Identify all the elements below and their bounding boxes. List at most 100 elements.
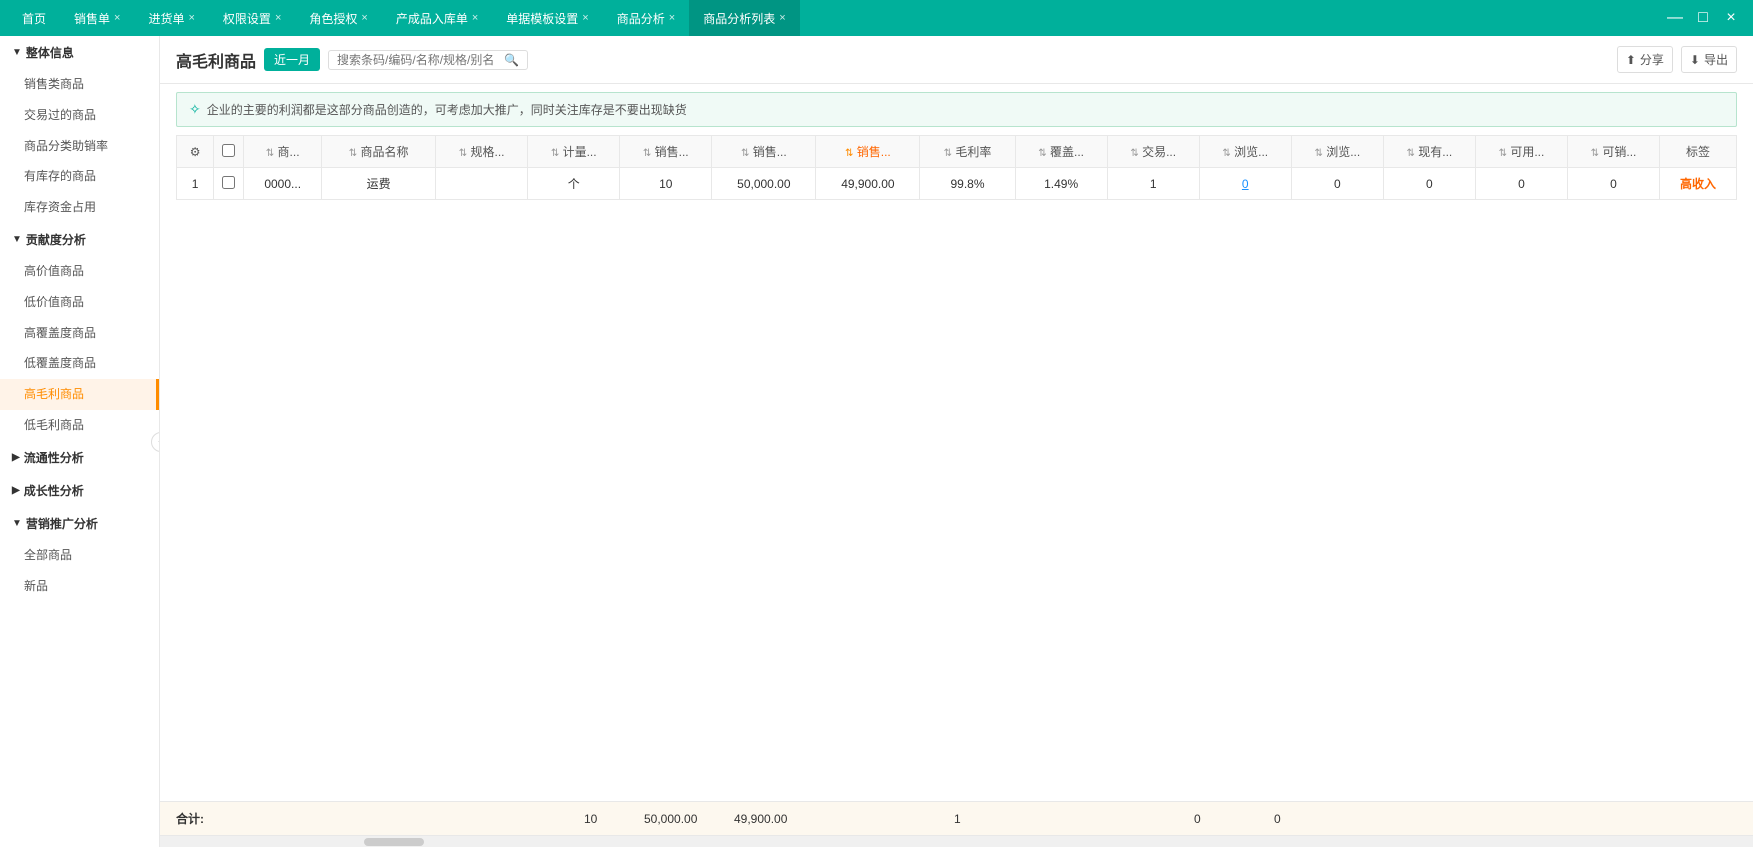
col-sort-icon-spec[interactable]: ⇅	[459, 148, 467, 159]
nav-purchase-order[interactable]: 进货单 ×	[134, 0, 208, 36]
share-icon: ⬆	[1626, 53, 1636, 67]
export-button[interactable]: ⬇ 导出	[1681, 46, 1737, 73]
col-sort-icon-unit[interactable]: ⇅	[551, 148, 559, 159]
sidebar-group-growth: ▶ 成长性分析	[0, 474, 159, 507]
sidebar-item-low-value[interactable]: 低价值商品	[0, 287, 159, 318]
row-spec	[436, 168, 528, 200]
row-name: 运费	[322, 168, 436, 200]
nav-home[interactable]: 首页	[8, 0, 60, 36]
col-sort-icon-av[interactable]: ⇅	[1499, 148, 1507, 159]
col-sort-icon-b2[interactable]: ⇅	[1314, 148, 1322, 159]
nav-permission-settings-close[interactable]: ×	[275, 12, 281, 24]
content-area: 高毛利商品 近一月 🔍 ⬆ 分享 ⬇ 导出 ✧ 企业的主要的利润都是这部分商品创…	[160, 36, 1753, 847]
arrow-down-icon-2: ▼	[12, 234, 22, 245]
nav-product-analysis[interactable]: 商品分析 ×	[603, 0, 689, 36]
sidebar-group-contribution: ▼ 贡献度分析 高价值商品 低价值商品 高覆盖度商品 低覆盖度商品 高毛利商品 …	[0, 223, 159, 441]
nav-sales-order[interactable]: 销售单 ×	[60, 0, 134, 36]
col-sort-icon[interactable]: ⇅	[266, 148, 274, 159]
row-tag: 高收入	[1660, 168, 1737, 200]
arrow-down-icon-3: ▼	[12, 518, 22, 529]
row-checkbox[interactable]	[222, 176, 235, 189]
sidebar-item-stock-capital[interactable]: 库存资金占用	[0, 192, 159, 223]
footer-trade: 1	[954, 812, 1034, 826]
col-settings[interactable]: ⚙	[177, 136, 214, 168]
nav-maximize-icon[interactable]: □	[1689, 4, 1717, 32]
export-icon: ⬇	[1690, 53, 1700, 67]
info-text: 企业的主要的利润都是这部分商品创造的，可考虑加大推广，同时关注库存是不要出现缺货	[207, 101, 687, 118]
col-code: ⇅ 商...	[244, 136, 322, 168]
col-sort-icon-cu[interactable]: ⇅	[1407, 148, 1415, 159]
sidebar-group-overview-header[interactable]: ▼ 整体信息	[0, 36, 159, 69]
sidebar-item-sales-goods[interactable]: 销售类商品	[0, 69, 159, 100]
col-sort-icon-tr[interactable]: ⇅	[1130, 148, 1138, 159]
horizontal-scrollbar[interactable]	[160, 835, 1753, 847]
sidebar-group-contribution-header[interactable]: ▼ 贡献度分析	[0, 223, 159, 256]
table-container: ⚙ ⇅ 商... ⇅ 商品名称 ⇅	[160, 135, 1753, 801]
col-sales3: ⇅ 销售...	[816, 136, 920, 168]
search-box[interactable]: 🔍	[328, 50, 528, 70]
footer-total: 合计: 10 50,000.00 49,900.00 1 0 0	[160, 801, 1753, 835]
scrollbar-thumb[interactable]	[364, 838, 424, 846]
sidebar-group-marketing-header[interactable]: ▼ 营销推广分析	[0, 507, 159, 540]
main-container: « ▼ 整体信息 销售类商品 交易过的商品 商品分类助销率 有库存的商品 库存资…	[0, 36, 1753, 847]
sidebar-item-high-value[interactable]: 高价值商品	[0, 256, 159, 287]
nav-template-settings-close[interactable]: ×	[582, 12, 588, 24]
row-available: 0	[1475, 168, 1567, 200]
col-available: ⇅ 可用...	[1475, 136, 1567, 168]
period-button[interactable]: 近一月	[264, 48, 320, 71]
col-checkbox[interactable]	[214, 136, 244, 168]
col-sort-icon-b1[interactable]: ⇅	[1222, 148, 1230, 159]
sidebar-group-overview: ▼ 整体信息 销售类商品 交易过的商品 商品分类助销率 有库存的商品 库存资金占…	[0, 36, 159, 223]
col-sort-icon-gr[interactable]: ⇅	[944, 148, 952, 159]
sidebar-item-low-coverage[interactable]: 低覆盖度商品	[0, 348, 159, 379]
sidebar-item-high-coverage[interactable]: 高覆盖度商品	[0, 318, 159, 349]
col-current: ⇅ 现有...	[1383, 136, 1475, 168]
sidebar-item-all-goods[interactable]: 全部商品	[0, 540, 159, 571]
nav-product-analysis-close[interactable]: ×	[669, 12, 675, 24]
col-sort-icon-s1[interactable]: ⇅	[643, 148, 651, 159]
col-sort-icon-s3[interactable]: ⇅	[845, 148, 853, 159]
select-all-checkbox[interactable]	[222, 144, 235, 157]
col-sort-icon-cov[interactable]: ⇅	[1038, 148, 1046, 159]
nav-minimize-icon[interactable]: —	[1661, 4, 1689, 32]
nav-product-storage[interactable]: 产成品入库单 ×	[382, 0, 492, 36]
col-sort-icon-s2[interactable]: ⇅	[741, 148, 749, 159]
sidebar-group-growth-header[interactable]: ▶ 成长性分析	[0, 474, 159, 507]
sidebar-item-low-margin[interactable]: 低毛利商品	[0, 410, 159, 441]
nav-template-settings[interactable]: 单据模板设置 ×	[492, 0, 602, 36]
col-sort-icon-sa[interactable]: ⇅	[1591, 148, 1599, 159]
row-code: 0000...	[244, 168, 322, 200]
row-browse1[interactable]: 0	[1199, 168, 1291, 200]
col-tag: 标签	[1660, 136, 1737, 168]
search-icon[interactable]: 🔍	[504, 53, 519, 67]
search-input[interactable]	[337, 53, 504, 67]
sidebar-group-marketing: ▼ 营销推广分析 全部商品 新品	[0, 507, 159, 602]
sidebar-group-liquidity: ▶ 流通性分析	[0, 441, 159, 474]
share-button[interactable]: ⬆ 分享	[1617, 46, 1673, 73]
nav-product-analysis-list[interactable]: 商品分析列表 ×	[689, 0, 799, 36]
row-sales1: 10	[620, 168, 712, 200]
sidebar-item-traded-goods[interactable]: 交易过的商品	[0, 100, 159, 131]
nav-product-analysis-list-close[interactable]: ×	[779, 12, 785, 24]
row-unit: 个	[528, 168, 620, 200]
arrow-down-icon: ▼	[12, 47, 22, 58]
footer-values: 10 50,000.00 49,900.00 1 0 0	[224, 812, 1737, 826]
nav-window-close-icon[interactable]: ×	[1717, 4, 1745, 32]
nav-role-auth-close[interactable]: ×	[361, 12, 367, 24]
col-sort-icon-name[interactable]: ⇅	[349, 148, 357, 159]
sidebar: « ▼ 整体信息 销售类商品 交易过的商品 商品分类助销率 有库存的商品 库存资…	[0, 36, 160, 847]
sidebar-item-high-margin[interactable]: 高毛利商品	[0, 379, 159, 410]
arrow-right-icon-2: ▶	[12, 485, 20, 496]
col-gross-rate: ⇅ 毛利率	[920, 136, 1015, 168]
sidebar-item-category-sales-rate[interactable]: 商品分类助销率	[0, 131, 159, 162]
sidebar-item-stock-goods[interactable]: 有库存的商品	[0, 161, 159, 192]
nav-purchase-order-close[interactable]: ×	[188, 12, 194, 24]
sidebar-item-new-goods[interactable]: 新品	[0, 571, 159, 602]
nav-product-storage-close[interactable]: ×	[472, 12, 478, 24]
sidebar-group-liquidity-header[interactable]: ▶ 流通性分析	[0, 441, 159, 474]
top-nav: 首页 销售单 × 进货单 × 权限设置 × 角色授权 × 产成品入库单 × 单据…	[0, 0, 1753, 36]
nav-role-auth[interactable]: 角色授权 ×	[295, 0, 381, 36]
nav-permission-settings[interactable]: 权限设置 ×	[209, 0, 295, 36]
row-checkbox-cell[interactable]	[214, 168, 244, 200]
nav-sales-order-close[interactable]: ×	[114, 12, 120, 24]
